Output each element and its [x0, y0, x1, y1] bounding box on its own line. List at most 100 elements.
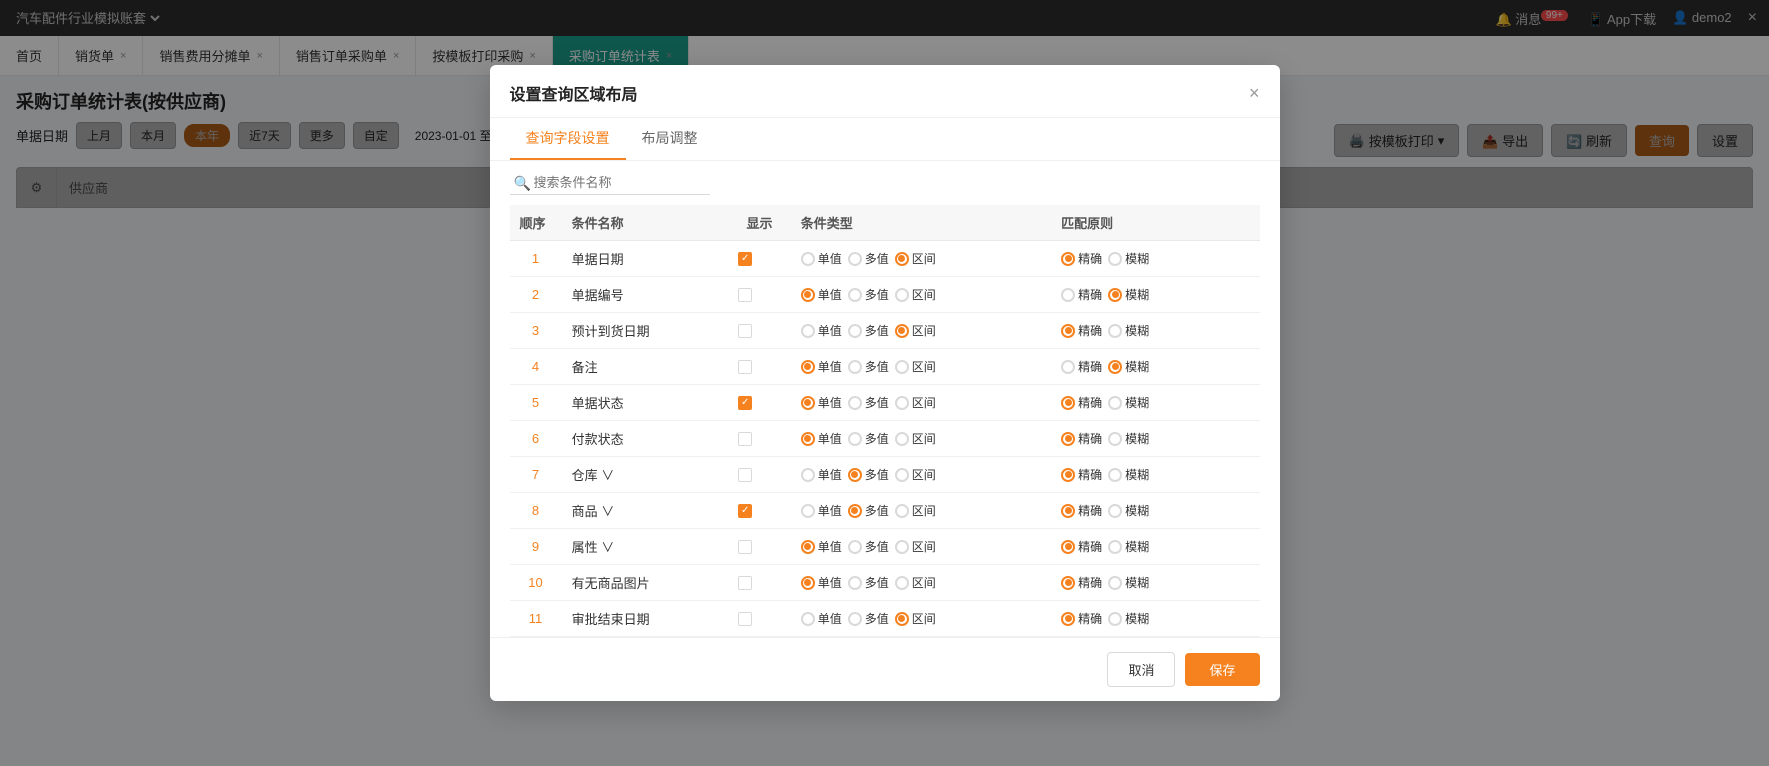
cell-type: 单值多值区间 [791, 493, 1051, 529]
modal-tab-layout[interactable]: 布局调整 [626, 118, 714, 160]
radio-match-精确[interactable]: 精确 [1061, 538, 1102, 555]
cell-name: 单据编号 [562, 277, 729, 313]
radio-match-模糊[interactable]: 模糊 [1108, 358, 1149, 375]
cell-display [728, 493, 791, 529]
cell-order: 11 [510, 601, 562, 637]
radio-type-多值[interactable]: 多值 [848, 574, 889, 591]
cell-display [728, 241, 791, 277]
cell-order: 8 [510, 493, 562, 529]
display-checkbox[interactable] [738, 468, 752, 482]
table-row: 4备注单值多值区间精确模糊 [510, 349, 1260, 385]
table-row: 6付款状态单值多值区间精确模糊 [510, 421, 1260, 457]
radio-type-多值[interactable]: 多值 [848, 250, 889, 267]
cell-order: 5 [510, 385, 562, 421]
radio-type-多值[interactable]: 多值 [848, 358, 889, 375]
cell-display [728, 385, 791, 421]
radio-match-模糊[interactable]: 模糊 [1108, 466, 1149, 483]
radio-match-模糊[interactable]: 模糊 [1108, 286, 1149, 303]
modal-overlay: 设置查询区域布局 × 查询字段设置 布局调整 🔍 顺序 [0, 0, 1769, 766]
radio-type-多值[interactable]: 多值 [848, 430, 889, 447]
radio-type-多值[interactable]: 多值 [848, 322, 889, 339]
radio-type-多值[interactable]: 多值 [848, 394, 889, 411]
radio-match-模糊[interactable]: 模糊 [1108, 250, 1149, 267]
radio-type-单值[interactable]: 单值 [801, 394, 842, 411]
radio-type-区间[interactable]: 区间 [895, 610, 936, 627]
radio-match-模糊[interactable]: 模糊 [1108, 574, 1149, 591]
display-checkbox[interactable] [738, 576, 752, 590]
radio-type-区间[interactable]: 区间 [895, 358, 936, 375]
radio-type-单值[interactable]: 单值 [801, 322, 842, 339]
cell-match: 精确模糊 [1051, 457, 1259, 493]
radio-type-单值[interactable]: 单值 [801, 574, 842, 591]
radio-type-单值[interactable]: 单值 [801, 610, 842, 627]
save-button[interactable]: 保存 [1185, 653, 1259, 686]
cell-type: 单值多值区间 [791, 313, 1051, 349]
cell-name: 预计到货日期 [562, 313, 729, 349]
radio-type-区间[interactable]: 区间 [895, 322, 936, 339]
radio-match-精确[interactable]: 精确 [1061, 430, 1102, 447]
radio-type-区间[interactable]: 区间 [895, 394, 936, 411]
table-header-row: 顺序 条件名称 显示 条件类型 匹配原则 [510, 205, 1260, 241]
cell-display [728, 565, 791, 601]
radio-type-区间[interactable]: 区间 [895, 466, 936, 483]
cell-display [728, 349, 791, 385]
modal-close-button[interactable]: × [1249, 83, 1260, 104]
radio-match-精确[interactable]: 精确 [1061, 466, 1102, 483]
radio-match-模糊[interactable]: 模糊 [1108, 394, 1149, 411]
radio-match-精确[interactable]: 精确 [1061, 250, 1102, 267]
radio-type-区间[interactable]: 区间 [895, 250, 936, 267]
radio-type-单值[interactable]: 单值 [801, 466, 842, 483]
radio-type-单值[interactable]: 单值 [801, 358, 842, 375]
radio-match-模糊[interactable]: 模糊 [1108, 502, 1149, 519]
radio-type-多值[interactable]: 多值 [848, 466, 889, 483]
radio-type-单值[interactable]: 单值 [801, 250, 842, 267]
cell-type: 单值多值区间 [791, 529, 1051, 565]
cell-match: 精确模糊 [1051, 493, 1259, 529]
table-row: 1单据日期单值多值区间精确模糊 [510, 241, 1260, 277]
radio-type-区间[interactable]: 区间 [895, 502, 936, 519]
radio-match-精确[interactable]: 精确 [1061, 322, 1102, 339]
display-checkbox[interactable] [738, 288, 752, 302]
radio-match-精确[interactable]: 精确 [1061, 286, 1102, 303]
radio-match-精确[interactable]: 精确 [1061, 610, 1102, 627]
radio-match-精确[interactable]: 精确 [1061, 358, 1102, 375]
radio-match-精确[interactable]: 精确 [1061, 574, 1102, 591]
radio-match-模糊[interactable]: 模糊 [1108, 610, 1149, 627]
display-checkbox[interactable] [738, 360, 752, 374]
radio-match-模糊[interactable]: 模糊 [1108, 322, 1149, 339]
radio-type-区间[interactable]: 区间 [895, 430, 936, 447]
radio-type-区间[interactable]: 区间 [895, 538, 936, 555]
radio-match-精确[interactable]: 精确 [1061, 502, 1102, 519]
radio-type-多值[interactable]: 多值 [848, 538, 889, 555]
cell-order: 9 [510, 529, 562, 565]
modal-dialog: 设置查询区域布局 × 查询字段设置 布局调整 🔍 顺序 [490, 65, 1280, 701]
display-checkbox[interactable] [738, 504, 752, 518]
radio-type-单值[interactable]: 单值 [801, 430, 842, 447]
display-checkbox[interactable] [738, 432, 752, 446]
cell-type: 单值多值区间 [791, 565, 1051, 601]
display-checkbox[interactable] [738, 396, 752, 410]
display-checkbox[interactable] [738, 252, 752, 266]
cell-match: 精确模糊 [1051, 277, 1259, 313]
display-checkbox[interactable] [738, 324, 752, 338]
radio-type-单值[interactable]: 单值 [801, 538, 842, 555]
radio-type-多值[interactable]: 多值 [848, 286, 889, 303]
modal-search-input[interactable] [510, 171, 710, 195]
cancel-button[interactable]: 取消 [1107, 652, 1175, 687]
display-checkbox[interactable] [738, 540, 752, 554]
radio-match-模糊[interactable]: 模糊 [1108, 538, 1149, 555]
radio-type-区间[interactable]: 区间 [895, 574, 936, 591]
cell-match: 精确模糊 [1051, 601, 1259, 637]
cell-display [728, 457, 791, 493]
radio-match-精确[interactable]: 精确 [1061, 394, 1102, 411]
cell-match: 精确模糊 [1051, 241, 1259, 277]
display-checkbox[interactable] [738, 612, 752, 626]
cell-type: 单值多值区间 [791, 457, 1051, 493]
radio-type-单值[interactable]: 单值 [801, 286, 842, 303]
radio-type-区间[interactable]: 区间 [895, 286, 936, 303]
radio-type-多值[interactable]: 多值 [848, 502, 889, 519]
radio-type-单值[interactable]: 单值 [801, 502, 842, 519]
radio-type-多值[interactable]: 多值 [848, 610, 889, 627]
modal-tab-fields[interactable]: 查询字段设置 [510, 118, 626, 160]
radio-match-模糊[interactable]: 模糊 [1108, 430, 1149, 447]
